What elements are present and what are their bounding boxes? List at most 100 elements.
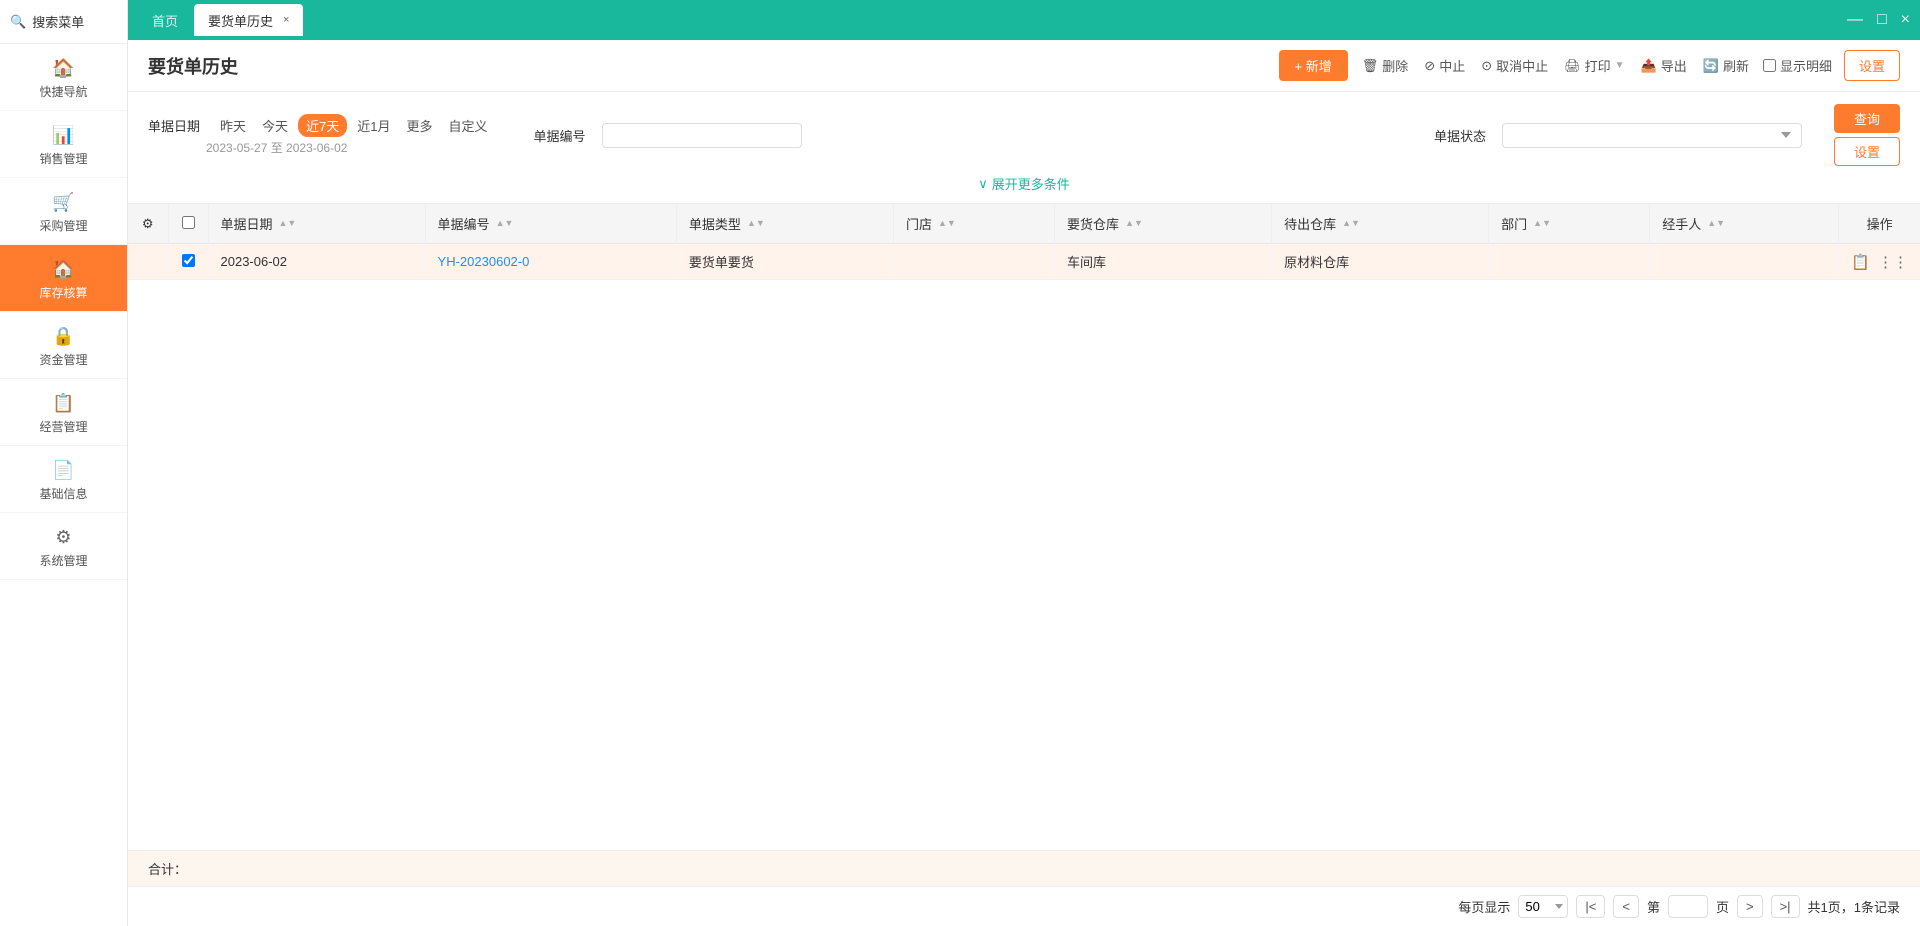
refresh-button[interactable]: 🔄 刷新 bbox=[1701, 52, 1751, 79]
th-require-warehouse-label: 要货仓库 ▲▼ bbox=[1067, 214, 1259, 233]
th-pending-warehouse-label: 待出仓库 ▲▼ bbox=[1284, 214, 1476, 233]
home-icon: 🏠 bbox=[52, 58, 74, 79]
cancel-stop-label: 取消中止 bbox=[1496, 56, 1548, 75]
sidebar-item-label: 基础信息 bbox=[39, 485, 87, 502]
row-actions: 📋 ⋮⋮ bbox=[1839, 244, 1920, 280]
new-button[interactable]: + 新增 bbox=[1279, 50, 1348, 81]
minimize-icon[interactable]: — bbox=[1847, 11, 1863, 29]
th-store[interactable]: 门店 ▲▼ bbox=[893, 204, 1054, 244]
row-require-warehouse: 车间库 bbox=[1055, 244, 1272, 280]
sort-icon: ▲▼ bbox=[279, 219, 297, 228]
date-options: 昨天 今天 近7天 近1月 更多 自定义 bbox=[214, 114, 494, 137]
page-number-input[interactable]: 1 bbox=[1668, 895, 1708, 918]
sidebar-item-purchase[interactable]: 🛒 采购管理 bbox=[0, 178, 127, 245]
sidebar: 🔍 搜索菜单 🏠 快捷导航 📊 销售管理 🛒 采购管理 🏠 库存核算 🔒 资金管… bbox=[0, 0, 128, 926]
row-checkbox[interactable] bbox=[182, 254, 195, 267]
row-checkbox-cell[interactable] bbox=[168, 244, 208, 280]
date-option-today[interactable]: 今天 bbox=[256, 114, 294, 137]
print-icon: 🖨 bbox=[1564, 58, 1581, 74]
filter-actions: 查询 设置 bbox=[1834, 104, 1900, 166]
row-edit-icon[interactable]: 📋 bbox=[1851, 253, 1870, 271]
th-checkbox[interactable] bbox=[168, 204, 208, 244]
table-footer: 合计： bbox=[128, 850, 1920, 886]
th-docnum[interactable]: 单据编号 ▲▼ bbox=[425, 204, 676, 244]
tab-active[interactable]: 要货单历史 × bbox=[194, 4, 303, 36]
filter-section: 单据日期 昨天 今天 近7天 近1月 更多 自定义 2023-05-27 至 2… bbox=[148, 104, 1900, 166]
table-container: ⚙ 单据日期 ▲▼ 单据编号 ▲▼ bbox=[128, 204, 1920, 850]
display-detail-toggle[interactable]: 显示明细 bbox=[1763, 56, 1832, 75]
settings-gear-icon: ⚙ bbox=[142, 216, 154, 231]
date-option-more[interactable]: 更多 bbox=[401, 114, 439, 137]
maximize-icon[interactable]: □ bbox=[1877, 11, 1887, 29]
doc-number-label: 单据编号 bbox=[534, 126, 586, 145]
row-pending-warehouse: 原材料仓库 bbox=[1272, 244, 1489, 280]
delete-button[interactable]: 🗑 删除 bbox=[1360, 52, 1411, 79]
sidebar-item-label: 采购管理 bbox=[39, 217, 87, 234]
sidebar-item-sales[interactable]: 📊 销售管理 bbox=[0, 111, 127, 178]
tab-close-icon[interactable]: × bbox=[283, 14, 289, 26]
row-docnum[interactable]: YH-20230602-0 bbox=[425, 244, 676, 280]
sort-icon: ▲▼ bbox=[747, 219, 765, 228]
close-window-icon[interactable]: × bbox=[1901, 11, 1910, 29]
sidebar-item-inventory[interactable]: 🏠 库存核算 bbox=[0, 245, 127, 312]
first-page-button[interactable]: |< bbox=[1576, 895, 1605, 918]
delete-icon: 🗑 bbox=[1362, 58, 1379, 74]
th-doctype[interactable]: 单据类型 ▲▼ bbox=[676, 204, 893, 244]
row-doctype: 要货单要货 bbox=[676, 244, 893, 280]
sidebar-item-basic-info[interactable]: 📄 基础信息 bbox=[0, 446, 127, 513]
doc-number-link[interactable]: YH-20230602-0 bbox=[438, 254, 530, 269]
next-page-button[interactable]: > bbox=[1737, 895, 1763, 918]
sidebar-item-label: 经营管理 bbox=[39, 418, 87, 435]
th-docnum-label: 单据编号 ▲▼ bbox=[438, 214, 664, 233]
refresh-icon: 🔄 bbox=[1703, 58, 1719, 74]
th-actions: 操作 bbox=[1839, 204, 1920, 244]
cancel-stop-button[interactable]: ⊙ 取消中止 bbox=[1479, 52, 1550, 79]
doc-number-input[interactable] bbox=[602, 123, 802, 148]
date-option-1month[interactable]: 近1月 bbox=[351, 114, 396, 137]
row-store bbox=[893, 244, 1054, 280]
inventory-icon: 🏠 bbox=[52, 259, 74, 280]
expand-more-button[interactable]: ∨ 展开更多条件 bbox=[148, 174, 1900, 193]
th-handler-label: 经手人 ▲▼ bbox=[1662, 214, 1826, 233]
row-more-icon[interactable]: ⋮⋮ bbox=[1878, 253, 1908, 271]
last-page-button[interactable]: >| bbox=[1771, 895, 1800, 918]
page-size-select[interactable]: 50 100 200 bbox=[1518, 895, 1568, 918]
row-date: 2023-06-02 bbox=[208, 244, 425, 280]
filter-settings-button[interactable]: 设置 bbox=[1834, 137, 1900, 166]
page-label-before: 第 bbox=[1647, 897, 1660, 916]
th-settings[interactable]: ⚙ bbox=[128, 204, 168, 244]
date-option-7days[interactable]: 近7天 bbox=[298, 114, 347, 137]
stop-button[interactable]: ⊘ 中止 bbox=[1422, 52, 1467, 79]
expand-label: 展开更多条件 bbox=[992, 174, 1070, 193]
date-option-yesterday[interactable]: 昨天 bbox=[214, 114, 252, 137]
date-option-custom[interactable]: 自定义 bbox=[443, 114, 494, 137]
select-all-checkbox[interactable] bbox=[182, 216, 195, 229]
sidebar-item-quick-nav[interactable]: 🏠 快捷导航 bbox=[0, 44, 127, 111]
sidebar-item-system[interactable]: ⚙ 系统管理 bbox=[0, 513, 127, 580]
settings-button[interactable]: 设置 bbox=[1844, 50, 1900, 81]
sidebar-item-finance[interactable]: 🔒 资金管理 bbox=[0, 312, 127, 379]
sidebar-item-operation[interactable]: 📋 经营管理 bbox=[0, 379, 127, 446]
prev-page-button[interactable]: < bbox=[1613, 895, 1639, 918]
th-require-warehouse[interactable]: 要货仓库 ▲▼ bbox=[1055, 204, 1272, 244]
th-dept[interactable]: 部门 ▲▼ bbox=[1489, 204, 1650, 244]
status-select[interactable] bbox=[1502, 123, 1802, 148]
stop-label: 中止 bbox=[1439, 56, 1465, 75]
th-handler[interactable]: 经手人 ▲▼ bbox=[1650, 204, 1839, 244]
sidebar-item-label: 资金管理 bbox=[39, 351, 87, 368]
sidebar-search[interactable]: 🔍 搜索菜单 bbox=[0, 0, 127, 44]
print-button[interactable]: 🖨 打印 ▼ bbox=[1562, 52, 1626, 79]
tab-home[interactable]: 首页 bbox=[138, 4, 192, 36]
th-pending-warehouse[interactable]: 待出仓库 ▲▼ bbox=[1272, 204, 1489, 244]
content-area: 要货单历史 + 新增 🗑 删除 ⊘ 中止 ⊙ 取消中止 🖨 打印 bbox=[128, 40, 1920, 926]
stop-icon: ⊘ bbox=[1424, 58, 1435, 74]
sales-icon: 📊 bbox=[52, 125, 74, 146]
query-button[interactable]: 查询 bbox=[1834, 104, 1900, 133]
data-table: ⚙ 单据日期 ▲▼ 单据编号 ▲▼ bbox=[128, 204, 1920, 280]
display-detail-checkbox[interactable] bbox=[1763, 59, 1776, 72]
chevron-down-icon: ∨ bbox=[978, 176, 988, 192]
export-button[interactable]: 📤 导出 bbox=[1639, 52, 1689, 79]
th-date[interactable]: 单据日期 ▲▼ bbox=[208, 204, 425, 244]
row-settings-cell bbox=[128, 244, 168, 280]
date-range-display: 2023-05-27 至 2023-06-02 bbox=[206, 139, 347, 156]
